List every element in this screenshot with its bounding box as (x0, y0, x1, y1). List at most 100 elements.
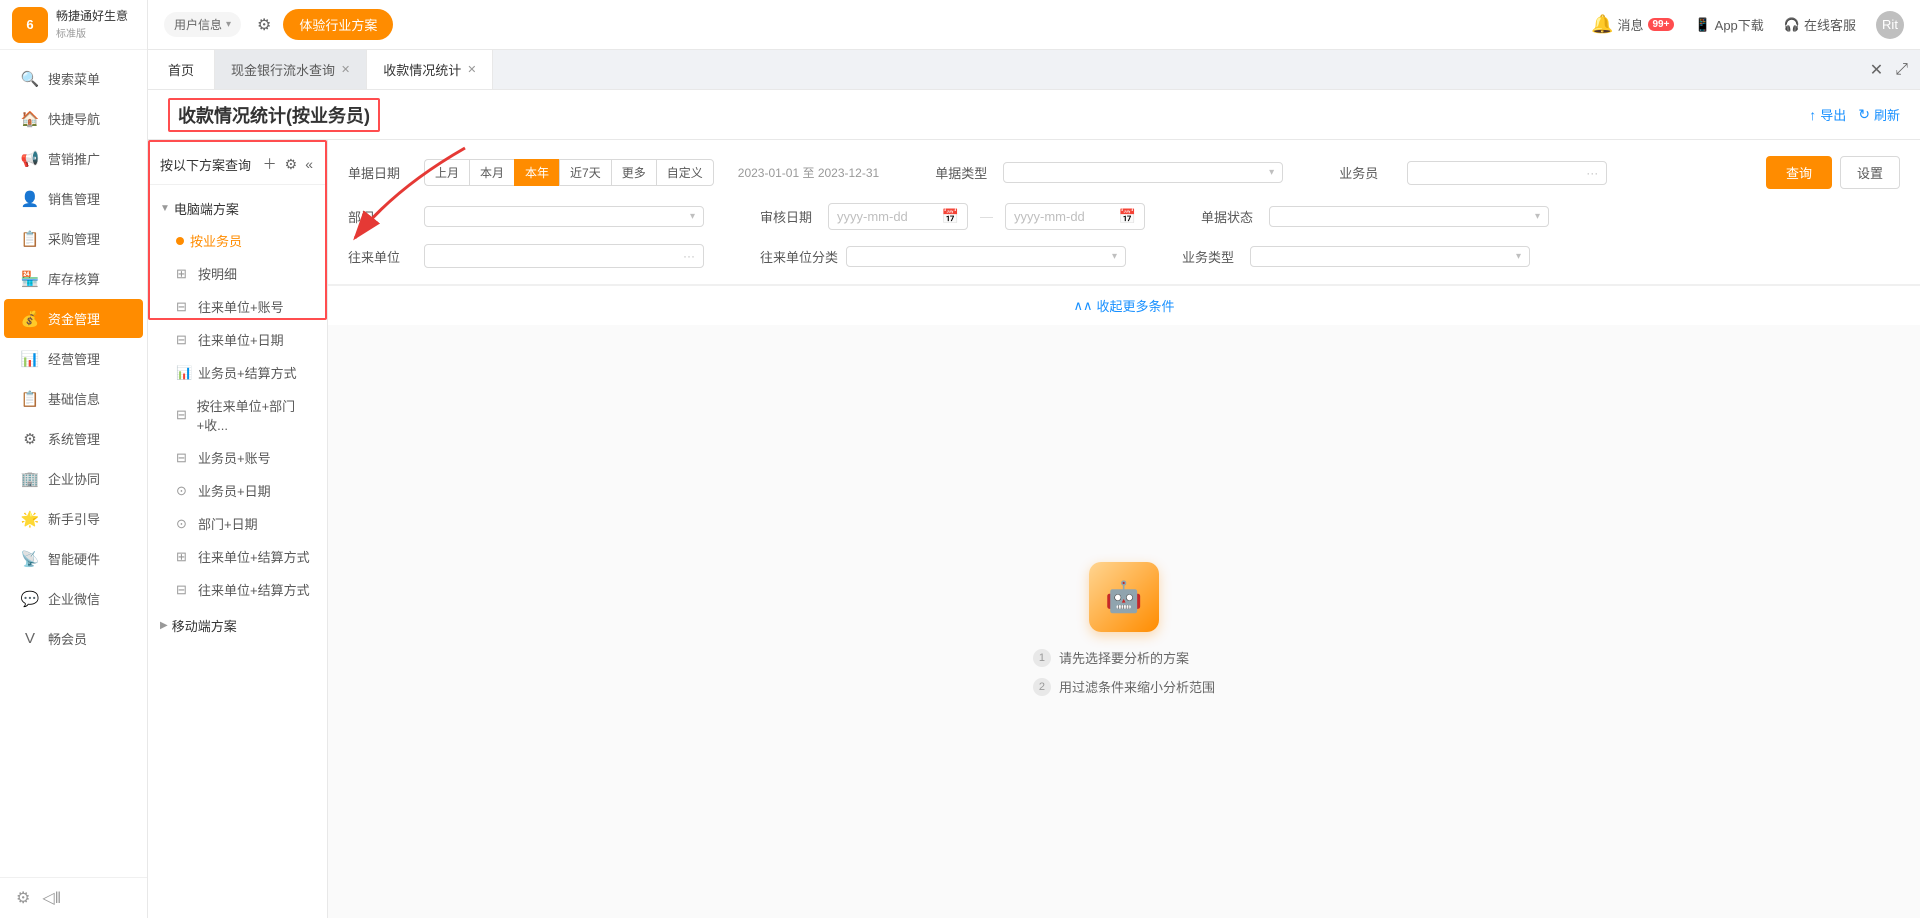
custom-date-btn[interactable]: 自定义 (656, 159, 714, 186)
review-date-end[interactable]: yyyy-mm-dd 📅 (1005, 203, 1145, 230)
cta-button[interactable]: 体验行业方案 (283, 9, 393, 40)
sidebar-item-quick-nav[interactable]: 🏠 快捷导航 (4, 99, 143, 138)
refresh-button[interactable]: ↻ 刷新 (1858, 105, 1900, 124)
main-area: 用户信息 ▾ ⚙ 体验行业方案 🔔 消息 99+ 📱 App下载 🎧 在线客服 … (148, 0, 1920, 918)
sidebar-item-label-purchase: 采购管理 (48, 229, 100, 248)
query-button[interactable]: 查询 (1766, 156, 1832, 189)
tab-bank-flow[interactable]: 现金银行流水查询 ✕ (215, 50, 367, 89)
this-year-btn[interactable]: 本年 (514, 159, 559, 186)
scheme-counterpart-dept[interactable]: ⊟ 按往来单位+部门+收... (148, 389, 327, 441)
tab-home[interactable]: 首页 (148, 50, 215, 89)
tab-bank-flow-close[interactable]: ✕ (341, 63, 350, 76)
header-right: 🔔 消息 99+ 📱 App下载 🎧 在线客服 Rit (1591, 11, 1904, 39)
expand-icon[interactable]: ⤢ (1891, 57, 1912, 83)
cs1-icon: ⊞ (176, 549, 192, 565)
export-button[interactable]: ↑ 导出 (1809, 105, 1846, 124)
set-button[interactable]: 设置 (1840, 156, 1900, 189)
sidebar-item-label-enterprise-wechat: 企业微信 (48, 589, 100, 608)
sidebar-item-system[interactable]: ⚙ 系统管理 (4, 419, 143, 458)
settings-icon[interactable]: ⚙ (16, 888, 30, 908)
collapse-sidebar-icon[interactable]: ◁‖ (42, 888, 61, 908)
scheme-salesperson-settlement[interactable]: 📊 业务员+结算方式 (148, 356, 327, 389)
scheme-counterpart-date-label: 往来单位+日期 (198, 330, 284, 349)
enterprise-wechat-icon: 💬 (20, 590, 40, 608)
sidebar-item-finance[interactable]: 💰 资金管理 (4, 299, 143, 338)
scheme-dept-date[interactable]: ⊙ 部门+日期 (148, 507, 327, 540)
scheme-salesperson-settlement-label: 业务员+结算方式 (198, 363, 297, 382)
scheme-counterpart-settlement2[interactable]: ⊟ 往来单位+结算方式 (148, 573, 327, 606)
user-dropdown-icon: ▾ (226, 19, 231, 30)
warehouse-icon: 🏪 (20, 270, 40, 288)
mobile-scheme-header[interactable]: ▶ 移动端方案 (148, 610, 327, 641)
header-gear-icon[interactable]: ⚙ (257, 15, 271, 35)
tip-num-1: 1 (1033, 649, 1051, 667)
this-month-btn[interactable]: 本月 (469, 159, 514, 186)
notification-button[interactable]: 🔔 消息 99+ (1591, 14, 1674, 35)
more-date-btn[interactable]: 更多 (611, 159, 656, 186)
scheme-dept-date-label: 部门+日期 (198, 514, 258, 533)
sidebar-item-label-sales: 销售管理 (48, 189, 100, 208)
scheme-collapse-button[interactable]: « (303, 154, 315, 174)
customer-service-button[interactable]: 🎧 在线客服 (1784, 15, 1856, 34)
scheme-settings-button[interactable]: ⚙ (283, 154, 300, 175)
dept-label: 部门 (348, 207, 408, 226)
quick-nav-icon: 🏠 (20, 110, 40, 128)
sidebar-item-label-enterprise: 企业协同 (48, 469, 100, 488)
filter-area: 单据日期 上月 本月 本年 近7天 更多 自定义 2023-01-01 至 20… (328, 140, 1920, 285)
business-type-select[interactable]: ▾ (1250, 246, 1530, 267)
scheme-salesperson-account[interactable]: ⊟ 业务员+账号 (148, 441, 327, 474)
scheme-by-detail[interactable]: ⊞ 按明细 (148, 257, 327, 290)
scheme-counterpart-settlement1[interactable]: ⊞ 往来单位+结算方式 (148, 540, 327, 573)
sidebar-item-enterprise[interactable]: 🏢 企业协同 (4, 459, 143, 498)
sidebar-item-smart-hardware[interactable]: 📡 智能硬件 (4, 539, 143, 578)
counterpart-label: 往来单位 (348, 247, 408, 266)
review-date-start[interactable]: yyyy-mm-dd 📅 (828, 203, 968, 230)
sidebar-item-search[interactable]: 🔍 搜索菜单 (4, 59, 143, 98)
beginner-icon: 🌟 (20, 510, 40, 528)
sidebar-item-member[interactable]: V 畅会员 (4, 619, 143, 658)
business-type-label: 业务类型 (1182, 247, 1242, 266)
salesperson-select[interactable]: ··· (1407, 161, 1607, 185)
tab-collection-stat[interactable]: 收款情况统计 ✕ (367, 50, 493, 89)
export-icon: ↑ (1809, 107, 1816, 123)
doc-status-select[interactable]: ▾ (1269, 206, 1549, 227)
scheme-counterpart-account-label: 往来单位+账号 (198, 297, 284, 316)
scheme-by-salesperson[interactable]: 按业务员 (148, 224, 327, 257)
sidebar-item-operations[interactable]: 📊 经营管理 (4, 339, 143, 378)
tab-collection-stat-close[interactable]: ✕ (467, 63, 476, 76)
sidebar-item-sales[interactable]: 👤 销售管理 (4, 179, 143, 218)
sidebar-item-purchase[interactable]: 📋 采购管理 (4, 219, 143, 258)
scheme-add-button[interactable]: ＋ (261, 152, 279, 176)
refresh-label: 刷新 (1874, 105, 1900, 124)
user-info-button[interactable]: 用户信息 ▾ (164, 12, 241, 37)
tab-bar: 首页 现金银行流水查询 ✕ 收款情况统计 ✕ ✕ ⤢ (148, 50, 1920, 90)
last-month-btn[interactable]: 上月 (424, 159, 469, 186)
scheme-salesperson-date[interactable]: ⊙ 业务员+日期 (148, 474, 327, 507)
dept-select[interactable]: ▾ (424, 206, 704, 227)
sidebar-item-beginner[interactable]: 🌟 新手引导 (4, 499, 143, 538)
member-icon: V (20, 630, 40, 647)
sidebar-item-marketing[interactable]: 📢 营销推广 (4, 139, 143, 178)
close-tab-icon[interactable]: ✕ (1866, 56, 1887, 84)
last-7-days-btn[interactable]: 近7天 (559, 159, 611, 186)
sidebar-item-basic-info[interactable]: 📋 基础信息 (4, 379, 143, 418)
user-avatar[interactable]: Rit (1876, 11, 1904, 39)
pc-scheme-header[interactable]: ▼ 电脑端方案 (148, 193, 327, 224)
calendar-icon-1: 📅 (942, 208, 959, 225)
counterpart-category-label: 往来单位分类 (760, 247, 838, 266)
scheme-counterpart-date[interactable]: ⊟ 往来单位+日期 (148, 323, 327, 356)
dept-date-icon: ⊙ (176, 516, 192, 532)
counterpart-select[interactable]: ··· (424, 244, 704, 268)
scheme-tree: ▼ 电脑端方案 按业务员 ⊞ 按明细 ⊟ (148, 185, 327, 653)
scheme-counterpart-account[interactable]: ⊟ 往来单位+账号 (148, 290, 327, 323)
doc-type-select[interactable]: ▾ (1003, 162, 1283, 183)
app-download-button[interactable]: 📱 App下载 (1694, 15, 1763, 34)
sidebar-item-enterprise-wechat[interactable]: 💬 企业微信 (4, 579, 143, 618)
sidebar-item-label-finance: 资金管理 (48, 309, 100, 328)
counterpart-category-select[interactable]: ▾ (846, 246, 1126, 267)
sidebar-item-warehouse[interactable]: 🏪 库存核算 (4, 259, 143, 298)
collapse-bar[interactable]: ∧∧ 收起更多条件 (328, 285, 1920, 325)
smartphone-icon: 📱 (1694, 17, 1710, 33)
filter-actions-top: 查询 设置 (1766, 156, 1900, 189)
counterpart-dept-icon: ⊟ (176, 407, 191, 423)
